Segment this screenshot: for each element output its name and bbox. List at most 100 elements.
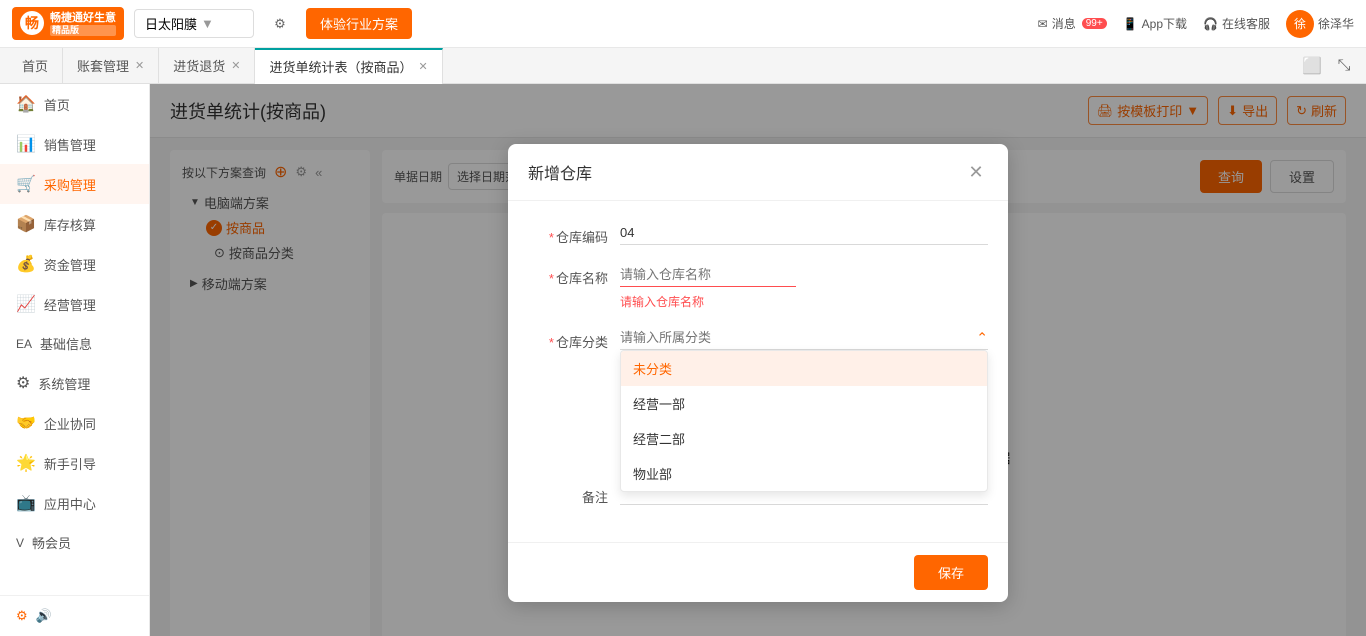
logo-text: 畅捷通好生意 精品版: [50, 11, 116, 37]
sidebar-item-purchase[interactable]: 🛒 采购管理: [0, 164, 149, 204]
sidebar-item-basic[interactable]: EA 基础信息: [0, 324, 149, 363]
tab-restore-button[interactable]: ⬜: [1298, 52, 1326, 80]
sidebar-item-guide[interactable]: 🌟 新手引导: [0, 443, 149, 483]
messages-label: 消息: [1052, 15, 1076, 32]
system-icon: ⚙: [16, 373, 30, 393]
category-input[interactable]: [620, 326, 988, 350]
operation-icon: 📈: [16, 294, 36, 314]
apps-icon: 📺: [16, 493, 36, 513]
sidebar-item-sales-label: 销售管理: [44, 135, 96, 154]
sidebar-item-home[interactable]: 🏠 首页: [0, 84, 149, 124]
dropdown-item-dept1[interactable]: 经营一部: [621, 386, 987, 421]
sidebar-item-apps[interactable]: 📺 应用中心: [0, 483, 149, 523]
sidebar-item-home-label: 首页: [44, 95, 70, 114]
sidebar-item-guide-label: 新手引导: [44, 454, 96, 473]
add-warehouse-dialog: 新增仓库 ✕ 仓库编码 仓库名称: [508, 144, 1008, 602]
settings-bottom-icon[interactable]: ⚙: [16, 608, 28, 624]
tab-purchase-stats[interactable]: 进货单统计表（按商品） ✕: [255, 48, 442, 84]
name-error-text: 请输入仓库名称: [620, 293, 704, 310]
topbar-right: ✉ 消息 99+ 📱 App下载 🎧 在线客服 徐 徐泽华: [1038, 10, 1354, 38]
basic-icon: EA: [16, 337, 32, 351]
app-label: App下载: [1142, 15, 1187, 32]
user-profile-button[interactable]: 徐 徐泽华: [1286, 10, 1354, 38]
tab-account-close[interactable]: ✕: [135, 59, 144, 72]
store-name: 日太阳膜: [145, 14, 197, 33]
app-download-button[interactable]: 📱 App下载: [1123, 15, 1187, 32]
tabbar-actions: ⬜ ⤡: [1298, 52, 1358, 80]
home-icon: 🏠: [16, 94, 36, 114]
dialog-close-button[interactable]: ✕: [964, 160, 988, 184]
sidebar-bottom: ⚙ 🔊: [0, 595, 149, 636]
messages-button[interactable]: ✉ 消息 99+: [1038, 15, 1107, 32]
tab-purchase-return[interactable]: 进货退货 ✕: [159, 48, 255, 84]
logo-icon: 畅: [20, 11, 44, 35]
guide-icon: 🌟: [16, 453, 36, 473]
sidebar-item-inventory[interactable]: 📦 库存核算: [0, 204, 149, 244]
dropdown-item-dept2[interactable]: 经营二部: [621, 421, 987, 456]
tab-purchase-return-close[interactable]: ✕: [231, 59, 240, 72]
logo-badge: 精品版: [50, 25, 116, 37]
sidebar-item-purchase-label: 采购管理: [44, 175, 96, 194]
name-field-row: 仓库名称 请输入仓库名称: [528, 262, 988, 310]
note-label: 备注: [528, 481, 608, 506]
tab-purchase-stats-close[interactable]: ✕: [419, 60, 428, 73]
dropdown-item-uncategorized[interactable]: 未分类: [621, 351, 987, 386]
chevron-down-icon: ▼: [201, 16, 214, 31]
sidebar-item-operation[interactable]: 📈 经营管理: [0, 284, 149, 324]
chevron-up-icon[interactable]: ⌃: [976, 330, 988, 347]
logo-area: 畅 畅捷通好生意 精品版: [12, 7, 124, 41]
code-field-row: 仓库编码: [528, 221, 988, 246]
tabbar: 首页 账套管理 ✕ 进货退货 ✕ 进货单统计表（按商品） ✕ ⬜ ⤡: [0, 48, 1366, 84]
dropdown-item-property[interactable]: 物业部: [621, 456, 987, 491]
message-icon: ✉: [1038, 17, 1048, 31]
inventory-icon: 📦: [16, 214, 36, 234]
tab-purchase-stats-label: 进货单统计表（按商品）: [269, 57, 412, 76]
enterprise-icon: 🤝: [16, 413, 36, 433]
tab-expand-button[interactable]: ⤡: [1330, 52, 1358, 80]
tab-home[interactable]: 首页: [8, 48, 63, 84]
sidebar-item-finance[interactable]: 💰 资金管理: [0, 244, 149, 284]
save-button[interactable]: 保存: [914, 555, 988, 590]
store-select[interactable]: 日太阳膜 ▼: [134, 9, 254, 38]
avatar: 徐: [1286, 10, 1314, 38]
sidebar-item-member[interactable]: V 畅会员: [0, 523, 149, 562]
finance-icon: 💰: [16, 254, 36, 274]
category-field-row: 仓库分类 ⌃ 未分类 经营一部 经营二部 物业部: [528, 326, 988, 351]
name-input[interactable]: [620, 263, 796, 287]
code-input[interactable]: [620, 221, 988, 245]
sidebar-item-member-label: 畅会员: [32, 533, 71, 552]
topbar: 畅 畅捷通好生意 精品版 日太阳膜 ▼ ⚙ 体验行业方案 ✉ 消息 99+ 📱 …: [0, 0, 1366, 48]
sidebar: 🏠 首页 📊 销售管理 🛒 采购管理 📦 库存核算 💰 资金管理 📈 经营管理 …: [0, 84, 150, 636]
avatar-initial: 徐: [1294, 15, 1306, 32]
settings-button[interactable]: ⚙: [264, 8, 296, 40]
sidebar-item-sales[interactable]: 📊 销售管理: [0, 124, 149, 164]
username: 徐泽华: [1318, 15, 1354, 32]
tab-account[interactable]: 账套管理 ✕: [63, 48, 159, 84]
member-icon: V: [16, 536, 24, 550]
dialog-footer: 保存: [508, 542, 1008, 602]
sidebar-item-basic-label: 基础信息: [40, 334, 92, 353]
sidebar-item-finance-label: 资金管理: [44, 255, 96, 274]
main-content: 进货单统计(按商品) 🖨 按模板打印 ▼ ⬇ 导出 ↻ 刷新: [150, 84, 1366, 636]
category-field: ⌃ 未分类 经营一部 经营二部 物业部: [620, 326, 988, 350]
volume-icon[interactable]: 🔊: [36, 608, 52, 624]
expand-icon: ⤡: [1338, 57, 1351, 75]
sidebar-item-system[interactable]: ⚙ 系统管理: [0, 363, 149, 403]
category-label: 仓库分类: [528, 326, 608, 351]
tab-purchase-return-label: 进货退货: [173, 56, 225, 75]
logo-title: 畅捷通好生意: [50, 11, 116, 25]
messages-badge: 99+: [1082, 18, 1107, 29]
tab-account-label: 账套管理: [77, 56, 129, 75]
online-service-button[interactable]: 🎧 在线客服: [1203, 15, 1270, 32]
sidebar-item-system-label: 系统管理: [38, 374, 90, 393]
sidebar-item-operation-label: 经营管理: [44, 295, 96, 314]
sidebar-item-enterprise[interactable]: 🤝 企业协同: [0, 403, 149, 443]
restore-icon: ⬜: [1302, 56, 1322, 76]
try-industry-button[interactable]: 体验行业方案: [306, 8, 412, 39]
sales-icon: 📊: [16, 134, 36, 154]
purchase-icon: 🛒: [16, 174, 36, 194]
headset-icon: 🎧: [1203, 17, 1218, 31]
dialog-title: 新增仓库: [528, 160, 592, 184]
code-label: 仓库编码: [528, 221, 608, 246]
category-dropdown: 未分类 经营一部 经营二部 物业部: [620, 350, 988, 492]
